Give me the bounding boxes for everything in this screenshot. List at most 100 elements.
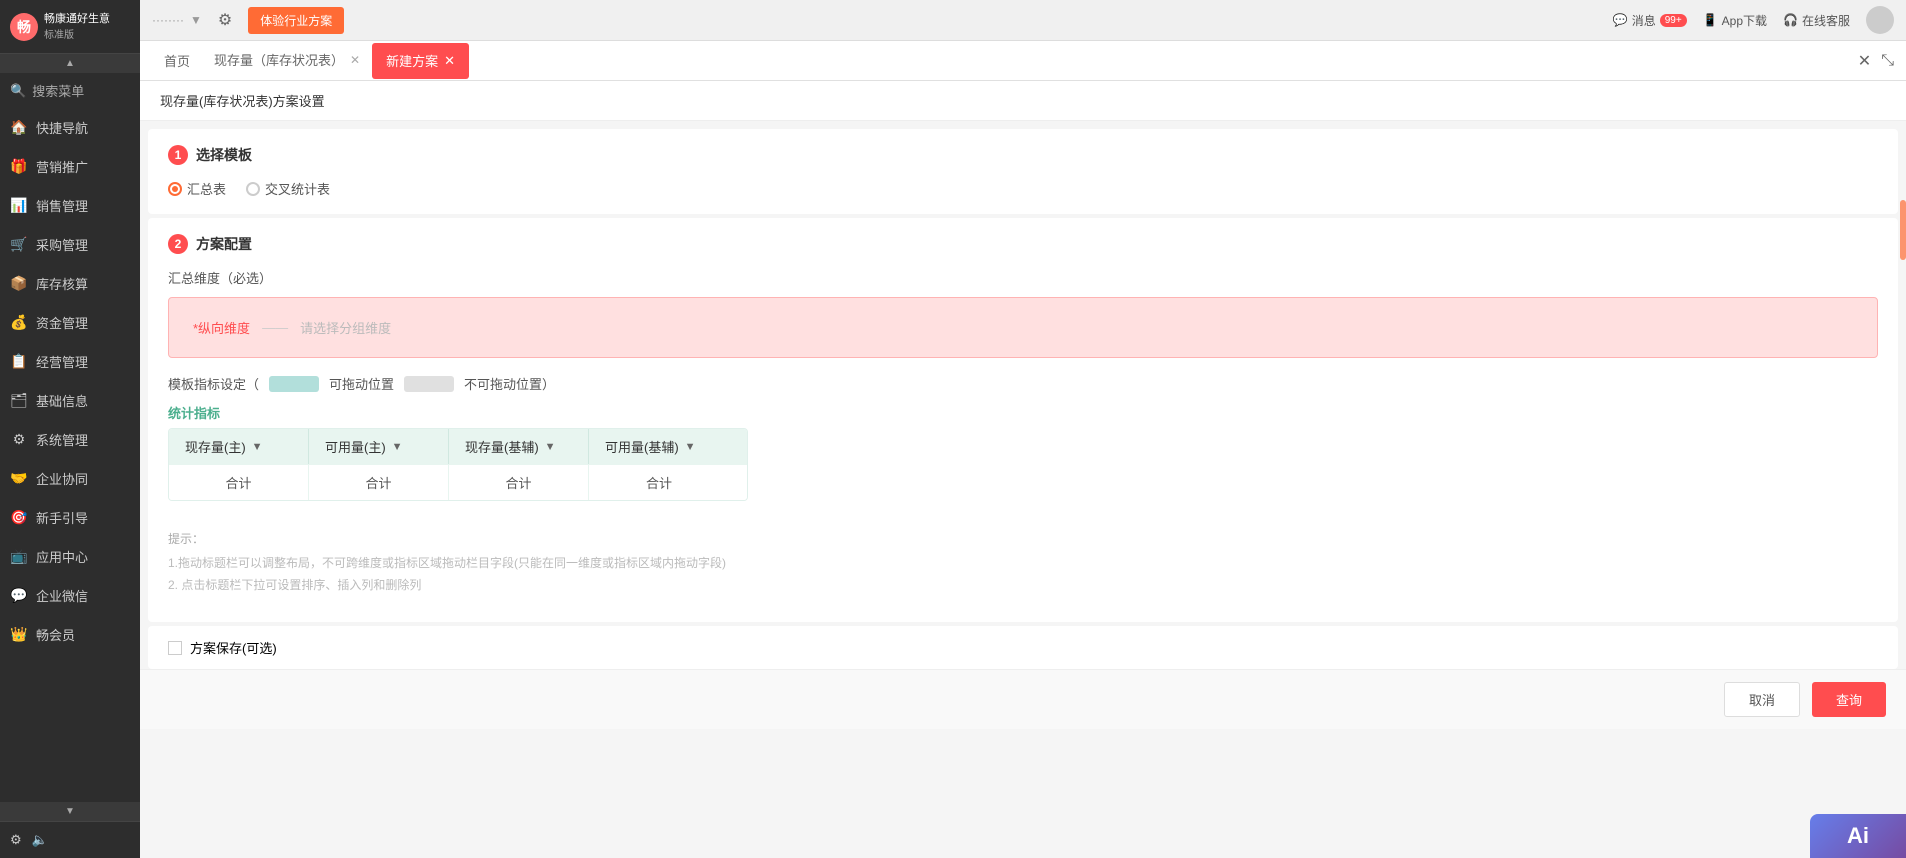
stats-table: 现存量(主) ▼ 可用量(主) ▼ 现存量(基辅) ▼ 可用量(基辅) [168,428,748,501]
message-btn[interactable]: 💬 消息 99+ [1613,12,1687,29]
tabbar: 首页 现存量（库存状况表） ✕ 新建方案 ✕ ✕ ⤡ [140,41,1906,81]
footer: 取消 查询 [140,669,1906,729]
app-download-btn[interactable]: 📱 App下载 [1703,12,1767,29]
topbar-right: 💬 消息 99+ 📱 App下载 🎧 在线客服 [1613,6,1894,34]
window-close-btn[interactable]: ✕ [1858,51,1871,71]
tab-home[interactable]: 首页 [152,41,202,81]
query-button[interactable]: 查询 [1812,682,1886,717]
online-service-btn[interactable]: 🎧 在线客服 [1783,12,1850,29]
sidebar-bottom: ⚙ 🔈 [0,821,140,858]
tip-item-1: 2. 点击标题栏下拉可设置排序、插入列和删除列 [168,575,1878,597]
scroll-down-btn[interactable]: ▼ [0,802,140,821]
col-header-1[interactable]: 可用量(主) ▼ [309,429,449,464]
sidebar-item-guide[interactable]: 🎯 新手引导 [0,498,140,537]
col-header-2[interactable]: 现存量(基辅) ▼ [449,429,589,464]
sidebar-item-finance[interactable]: 💰 资金管理 [0,303,140,342]
sidebar-item-sales[interactable]: 📊 销售管理 [0,186,140,225]
non-draggable-indicator [404,376,454,392]
tv-icon: 📺 [10,548,28,566]
sidebar-item-purchase[interactable]: 🛒 采购管理 [0,225,140,264]
indicator-config-text: 模板指标设定（ [168,374,259,393]
sidebar-menu: 🔍 搜索菜单 🏠 快捷导航 🎁 营销推广 📊 销售管理 🛒 采购管理 📦 库存核… [0,73,140,802]
trial-industry-btn[interactable]: 体验行业方案 [248,7,344,34]
sidebar-item-operations[interactable]: 📋 经营管理 [0,342,140,381]
window-expand-btn[interactable]: ⤡ [1881,51,1894,71]
tip-item-0: 1.拖动标题栏可以调整布局，不可跨维度或指标区域拖动栏目字段(只能在同一维度或指… [168,553,1878,575]
ai-badge[interactable]: Ai [1810,814,1906,858]
user-area: ········ [152,13,184,27]
settings-btn[interactable]: ⚙ [212,8,238,32]
dimension-area[interactable]: *纵向维度 —— 请选择分组维度 [168,297,1878,358]
stats-label: 统计指标 [168,403,1878,422]
headset-icon: 🎧 [1783,13,1798,27]
scroll-up-btn[interactable]: ▲ [0,54,140,73]
sidebar-item-member[interactable]: 👑 畅会员 [0,615,140,654]
radio-summary-circle [168,182,182,196]
money-icon: 💰 [10,314,28,332]
app-name: 畅康通好生意 [44,12,110,26]
phone-icon: 📱 [1703,13,1718,27]
draggable-indicator [269,376,319,392]
username-text: ········ [152,13,184,27]
user-avatar[interactable] [1866,6,1894,34]
stats-table-row-0: 合计 合计 合计 合计 [169,464,747,500]
radio-crosstab-label: 交叉统计表 [265,179,330,198]
dimension-section-title: 汇总维度（必选） [168,268,1878,287]
sidebar-item-system[interactable]: ⚙ 系统管理 [0,420,140,459]
step2-num: 2 [168,234,188,254]
dim-label: *纵向维度 [193,318,250,337]
sidebar-item-marketing[interactable]: 🎁 营销推广 [0,147,140,186]
sidebar-item-appcenter[interactable]: 📺 应用中心 [0,537,140,576]
sidebar: 畅 畅康通好生意 标准版 ▲ 🔍 搜索菜单 🏠 快捷导航 🎁 营销推广 📊 销售… [0,0,140,858]
tab-inventory-status[interactable]: 现存量（库存状况表） ✕ [202,41,372,81]
tips-section: 提示： 1.拖动标题栏可以调整布局，不可跨维度或指标区域拖动栏目字段(只能在同一… [168,520,1878,606]
main-area: ········ ▼ ⚙ 体验行业方案 💬 消息 99+ 📱 App下载 🎧 在… [140,0,1906,858]
cancel-button[interactable]: 取消 [1724,682,1800,717]
template-radio-group: 汇总表 交叉统计表 [168,179,1878,198]
sidebar-item-basicinfo[interactable]: 🗂 基础信息 [0,381,140,420]
search-icon: 🔍 [10,83,26,99]
sidebar-item-search[interactable]: 🔍 搜索菜单 [0,73,140,108]
tab-new-scheme[interactable]: 新建方案 ✕ [372,43,469,79]
chart-icon: 📊 [10,197,28,215]
operations-icon: 📋 [10,353,28,371]
radio-crosstab[interactable]: 交叉统计表 [246,179,330,198]
save-checkbox[interactable] [168,641,182,655]
cell-0-1: 合计 [309,465,449,500]
sidebar-item-inventory[interactable]: 📦 库存核算 [0,264,140,303]
indicators-section: 模板指标设定（ 可拖动位置 不可拖动位置） 统计指标 现存量(主) ▼ 可用 [168,374,1878,606]
home-icon: 🏠 [10,119,28,137]
tab-new-scheme-close[interactable]: ✕ [444,53,455,69]
sidebar-item-quicknav[interactable]: 🏠 快捷导航 [0,108,140,147]
logo-icon: 畅 [10,13,38,41]
col-header-3[interactable]: 可用量(基辅) ▼ [589,429,729,464]
topbar-left: ········ ▼ [152,13,202,27]
member-icon: 👑 [10,626,28,644]
radio-summary[interactable]: 汇总表 [168,179,226,198]
cell-0-2: 合计 [449,465,589,500]
topbar: ········ ▼ ⚙ 体验行业方案 💬 消息 99+ 📱 App下载 🎧 在… [140,0,1906,41]
radio-summary-label: 汇总表 [187,179,226,198]
radio-crosstab-circle [246,182,260,196]
dim-dash: —— [262,320,288,335]
cell-0-3: 合计 [589,465,729,500]
sidebar-item-collab[interactable]: 🤝 企业协同 [0,459,140,498]
dropdown-arrow[interactable]: ▼ [190,13,202,27]
col-arrow-0: ▼ [252,441,263,453]
step2-section: 2 方案配置 汇总维度（必选） *纵向维度 —— 请选择分组维度 模板指标设定（… [148,218,1898,622]
shopping-icon: 🛒 [10,236,28,254]
message-icon: 💬 [1613,13,1628,27]
col-header-0[interactable]: 现存量(主) ▼ [169,429,309,464]
speaker-icon[interactable]: 🔈 [32,832,48,848]
settings-icon[interactable]: ⚙ [10,832,22,848]
info-icon: 🗂 [10,392,28,410]
page-title: 现存量(库存状况表)方案设置 [140,81,1906,121]
tip-title: 提示： [168,530,1878,547]
indicator-config-label: 模板指标设定（ 可拖动位置 不可拖动位置） [168,374,1878,393]
collab-icon: 🤝 [10,470,28,488]
guide-icon: 🎯 [10,509,28,527]
tab-inventory-close[interactable]: ✕ [350,53,360,67]
scroll-thumb[interactable] [1900,200,1906,260]
save-section: 方案保存(可选) [148,626,1898,669]
sidebar-item-weixin[interactable]: 💬 企业微信 [0,576,140,615]
